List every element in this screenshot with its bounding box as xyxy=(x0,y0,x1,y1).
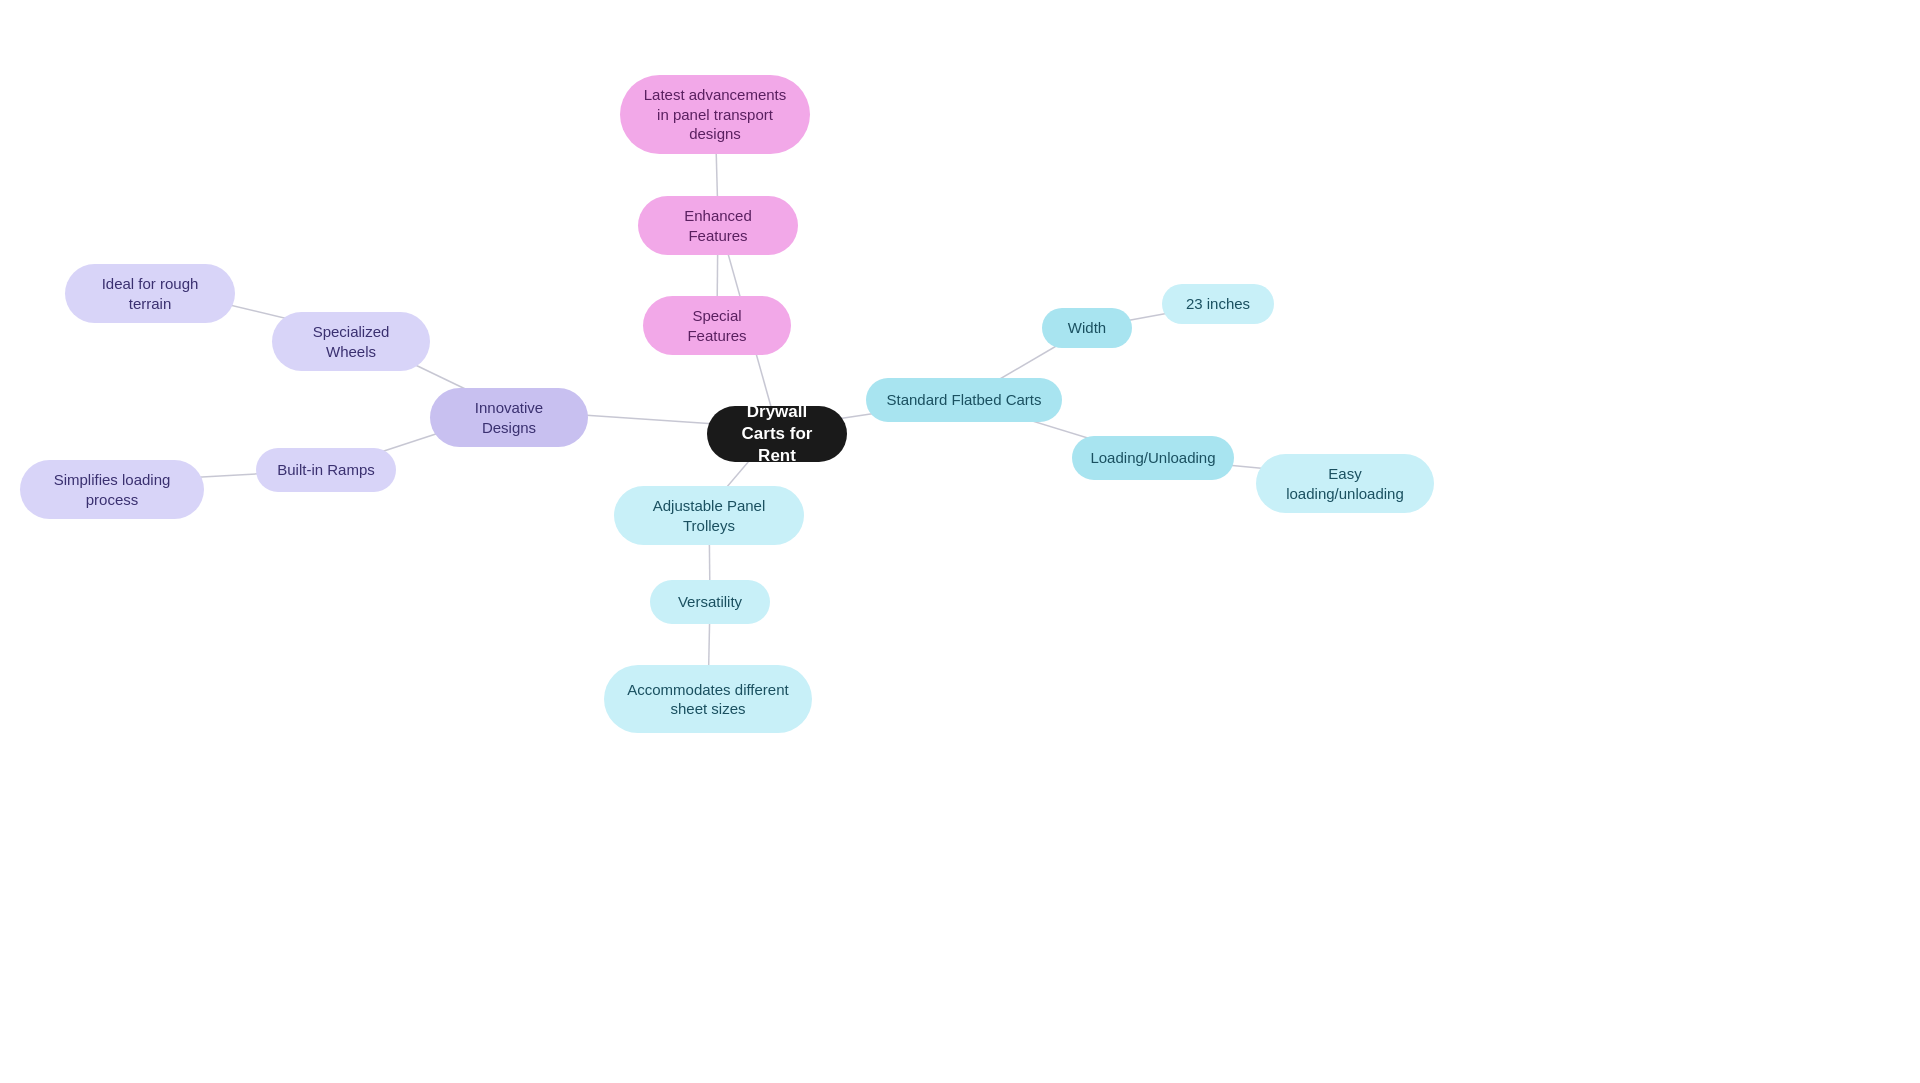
node-ideal_rough: Ideal for rough terrain xyxy=(65,264,235,323)
node-ideal_rough-label: Ideal for rough terrain xyxy=(83,274,217,313)
node-center: Drywall Carts for Rent xyxy=(707,406,847,462)
node-innovative_designs-label: Innovative Designs xyxy=(448,398,570,437)
node-special_features: Special Features xyxy=(643,296,791,355)
connection-lines xyxy=(0,0,1920,1083)
node-versatility-label: Versatility xyxy=(678,592,742,612)
node-accommodates: Accommodates different sheet sizes xyxy=(604,665,812,733)
node-innovative_designs: Innovative Designs xyxy=(430,388,588,447)
node-special_features-label: Special Features xyxy=(661,306,773,345)
node-built_in_ramps: Built-in Ramps xyxy=(256,448,396,492)
node-specialized_wheels-label: Specialized Wheels xyxy=(290,322,412,361)
node-loading_unloading: Loading/Unloading xyxy=(1072,436,1234,480)
node-easy_loading-label: Easy loading/unloading xyxy=(1274,464,1416,503)
node-latest_advancements: Latest advancements in panel transport d… xyxy=(620,75,810,154)
node-accommodates-label: Accommodates different sheet sizes xyxy=(622,680,794,719)
node-simplifies_loading: Simplifies loading process xyxy=(20,460,204,519)
node-twenty_three: 23 inches xyxy=(1162,284,1274,324)
node-center-label: Drywall Carts for Rent xyxy=(725,401,829,467)
node-built_in_ramps-label: Built-in Ramps xyxy=(277,460,375,480)
node-standard_flatbed-label: Standard Flatbed Carts xyxy=(886,390,1041,410)
node-enhanced_features: Enhanced Features xyxy=(638,196,798,255)
node-adjustable_panel-label: Adjustable Panel Trolleys xyxy=(632,496,786,535)
node-latest_advancements-label: Latest advancements in panel transport d… xyxy=(638,85,792,144)
node-versatility: Versatility xyxy=(650,580,770,624)
node-standard_flatbed: Standard Flatbed Carts xyxy=(866,378,1062,422)
node-specialized_wheels: Specialized Wheels xyxy=(272,312,430,371)
node-width-label: Width xyxy=(1068,318,1106,338)
node-width: Width xyxy=(1042,308,1132,348)
node-loading_unloading-label: Loading/Unloading xyxy=(1090,448,1215,468)
node-adjustable_panel: Adjustable Panel Trolleys xyxy=(614,486,804,545)
node-enhanced_features-label: Enhanced Features xyxy=(656,206,780,245)
node-easy_loading: Easy loading/unloading xyxy=(1256,454,1434,513)
node-twenty_three-label: 23 inches xyxy=(1186,294,1250,314)
node-simplifies_loading-label: Simplifies loading process xyxy=(38,470,186,509)
